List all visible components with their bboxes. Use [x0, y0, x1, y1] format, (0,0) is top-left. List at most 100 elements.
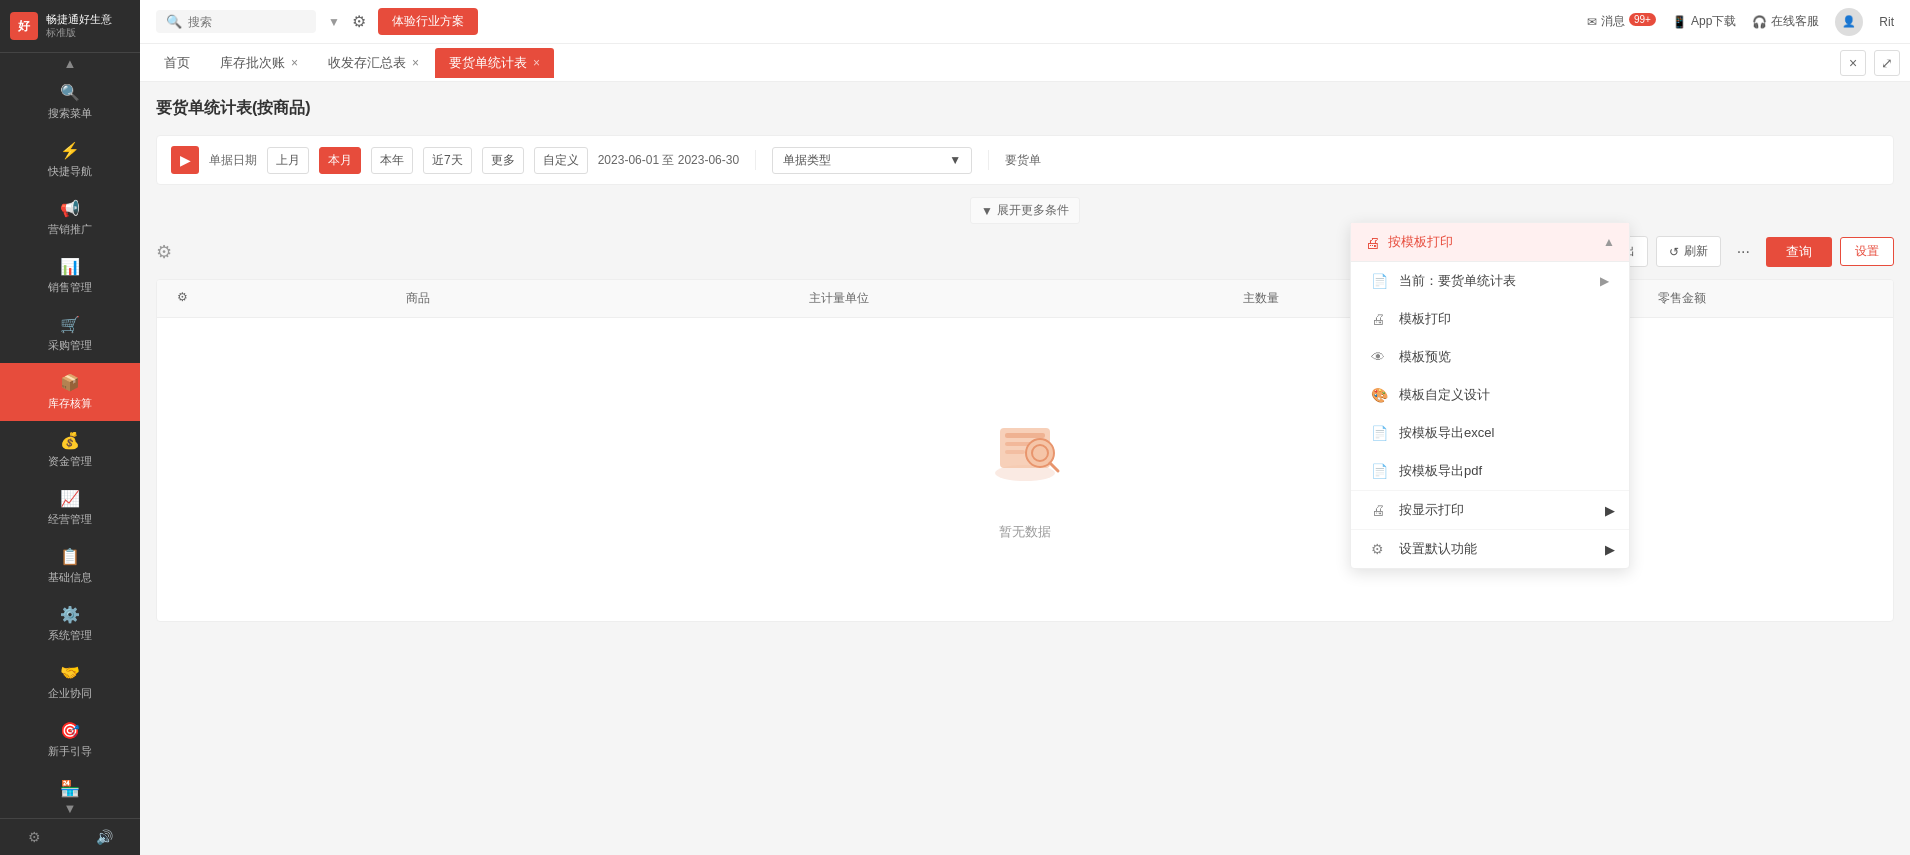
export-excel-label: 按模板导出excel — [1399, 424, 1494, 442]
date-btn-this-year[interactable]: 本年 — [371, 147, 413, 174]
marketing-icon: 📢 — [60, 199, 80, 218]
sidebar-item-label: 快捷导航 — [48, 164, 92, 179]
dropdown-export-pdf[interactable]: 📄 按模板导出pdf — [1351, 452, 1629, 490]
date-btn-7days[interactable]: 近7天 — [423, 147, 472, 174]
search-icon: 🔍 — [60, 83, 80, 102]
window-close-button[interactable]: × — [1840, 50, 1866, 76]
message-badge: 99+ — [1629, 13, 1656, 26]
sidebar-item-marketing[interactable]: 📢 营销推广 — [0, 189, 140, 247]
chevron-down-icon: ▼ — [981, 204, 993, 218]
display-print-icon: 🖨 — [1371, 502, 1389, 518]
window-maximize-button[interactable]: ⤢ — [1874, 50, 1900, 76]
sidebar-item-sales[interactable]: 📊 销售管理 — [0, 247, 140, 305]
sidebar-item-finance[interactable]: 💰 资金管理 — [0, 421, 140, 479]
order-type-select[interactable]: 单据类型 ▼ — [772, 147, 972, 174]
app-name: 畅捷通好生意 — [46, 12, 112, 26]
logo-icon: 好 — [10, 12, 38, 40]
date-btn-custom[interactable]: 自定义 — [534, 147, 588, 174]
topbar-search-box[interactable]: 🔍 — [156, 10, 316, 33]
date-btn-this-month[interactable]: 本月 — [319, 147, 361, 174]
sidebar-item-search[interactable]: 🔍 搜索菜单 — [0, 73, 140, 131]
refresh-button[interactable]: ↺ 刷新 — [1656, 236, 1721, 267]
template-preview-label: 模板预览 — [1399, 348, 1451, 366]
user-avatar[interactable]: 👤 — [1835, 8, 1863, 36]
tab-order-stats-close[interactable]: × — [533, 56, 540, 70]
sidebar-item-label: 基础信息 — [48, 570, 92, 585]
refresh-icon: ↺ — [1669, 245, 1679, 259]
tab-bar: 首页 库存批次账 × 收发存汇总表 × 要货单统计表 × × ⤢ — [140, 44, 1910, 82]
user-name: Rit — [1879, 15, 1894, 29]
app-download-button[interactable]: 📱 App下载 — [1672, 13, 1736, 30]
appstore-icon: 🏪 — [60, 779, 80, 798]
tab-home[interactable]: 首页 — [150, 48, 204, 78]
tab-order-stats-label: 要货单统计表 — [449, 54, 527, 72]
tab-collection-close[interactable]: × — [412, 56, 419, 70]
date-btn-last-month[interactable]: 上月 — [267, 147, 309, 174]
settings-button[interactable]: 设置 — [1840, 237, 1894, 266]
tab-order-stats[interactable]: 要货单统计表 × — [435, 48, 554, 78]
sidebar-help-icon[interactable]: 🔊 — [96, 829, 113, 845]
toolbar-expand-button[interactable]: ▶ — [171, 146, 199, 174]
table-col-settings[interactable]: ⚙ — [157, 290, 207, 307]
export-pdf-label: 按模板导出pdf — [1399, 462, 1482, 480]
shortcut-icon: ⚡ — [60, 141, 80, 160]
dropdown-current-item[interactable]: 📄 当前：要货单统计表 ▶ — [1351, 262, 1629, 300]
dropdown-export-excel[interactable]: 📄 按模板导出excel — [1351, 414, 1629, 452]
sidebar-settings-icon[interactable]: ⚙ — [28, 829, 41, 845]
sidebar-item-newbie[interactable]: 🎯 新手引导 — [0, 711, 140, 769]
sidebar-item-basic[interactable]: 📋 基础信息 — [0, 537, 140, 595]
sidebar-scroll-down[interactable]: ▼ — [0, 798, 140, 818]
order-type-label: 单据类型 — [783, 152, 831, 169]
more-button[interactable]: ··· — [1729, 237, 1758, 267]
system-icon: ⚙️ — [60, 605, 80, 624]
dropdown-title-area: 🖨 按模板打印 — [1365, 233, 1453, 251]
operation-icon: 📈 — [60, 489, 80, 508]
template-design-icon: 🎨 — [1371, 387, 1389, 403]
set-default-label: 设置默认功能 — [1399, 540, 1477, 558]
require-goods-label: 要货单 — [1005, 152, 1041, 169]
sidebar-item-shortcut[interactable]: ⚡ 快捷导航 — [0, 131, 140, 189]
expand-more-button[interactable]: ▼ 展开更多条件 — [970, 197, 1080, 224]
newbie-icon: 🎯 — [60, 721, 80, 740]
tab-batch-close[interactable]: × — [291, 56, 298, 70]
table-settings-icon[interactable]: ⚙ — [156, 241, 172, 263]
sidebar-item-label: 企业协同 — [48, 686, 92, 701]
topbar-chevron-icon[interactable]: ▼ — [328, 15, 340, 29]
trial-industry-button[interactable]: 体验行业方案 — [378, 8, 478, 35]
filter-separator — [755, 150, 756, 170]
date-btn-more[interactable]: 更多 — [482, 147, 524, 174]
dropdown-collapse-icon[interactable]: ▲ — [1603, 235, 1615, 249]
dropdown-template-print[interactable]: 🖨 模板打印 — [1351, 300, 1629, 338]
dropdown-header[interactable]: 🖨 按模板打印 ▲ — [1351, 223, 1629, 262]
search-input[interactable] — [188, 15, 288, 29]
tab-collection-label: 收发存汇总表 — [328, 54, 406, 72]
sidebar-item-label: 系统管理 — [48, 628, 92, 643]
sidebar-item-operation[interactable]: 📈 经营管理 — [0, 479, 140, 537]
basic-icon: 📋 — [60, 547, 80, 566]
online-service-button[interactable]: 🎧 在线客服 — [1752, 13, 1819, 30]
sidebar-item-inventory[interactable]: 📦 库存核算 — [0, 363, 140, 421]
tab-collection[interactable]: 收发存汇总表 × — [314, 48, 433, 78]
message-button[interactable]: ✉ 消息 99+ — [1587, 13, 1656, 30]
sidebar-item-appstore[interactable]: 🏪 应用中心 — [0, 769, 140, 798]
sidebar-item-purchase[interactable]: 🛒 采购管理 — [0, 305, 140, 363]
tab-batch[interactable]: 库存批次账 × — [206, 48, 312, 78]
window-actions: × ⤢ — [1840, 50, 1900, 76]
query-button[interactable]: 查询 — [1766, 237, 1832, 267]
dropdown-template-preview[interactable]: 👁 模板预览 — [1351, 338, 1629, 376]
sidebar-item-label: 营销推广 — [48, 222, 92, 237]
message-icon: ✉ — [1587, 15, 1597, 29]
search-icon: 🔍 — [166, 14, 182, 29]
dropdown-set-default[interactable]: ⚙ 设置默认功能 ▶ — [1351, 529, 1629, 568]
dropdown-display-print[interactable]: 🖨 按显示打印 ▶ — [1351, 490, 1629, 529]
dropdown-template-design[interactable]: 🎨 模板自定义设计 — [1351, 376, 1629, 414]
sidebar-item-cooperation[interactable]: 🤝 企业协同 — [0, 653, 140, 711]
tab-batch-label: 库存批次账 — [220, 54, 285, 72]
order-type-chevron: ▼ — [949, 153, 961, 167]
dropdown-printer-icon: 🖨 — [1365, 234, 1380, 251]
table-col-product: 商品 — [207, 290, 629, 307]
expand-icon: ▶ — [180, 152, 191, 168]
topbar-settings-icon[interactable]: ⚙ — [352, 12, 366, 31]
sidebar-scroll-up[interactable]: ▲ — [0, 53, 140, 73]
sidebar-item-system[interactable]: ⚙️ 系统管理 — [0, 595, 140, 653]
